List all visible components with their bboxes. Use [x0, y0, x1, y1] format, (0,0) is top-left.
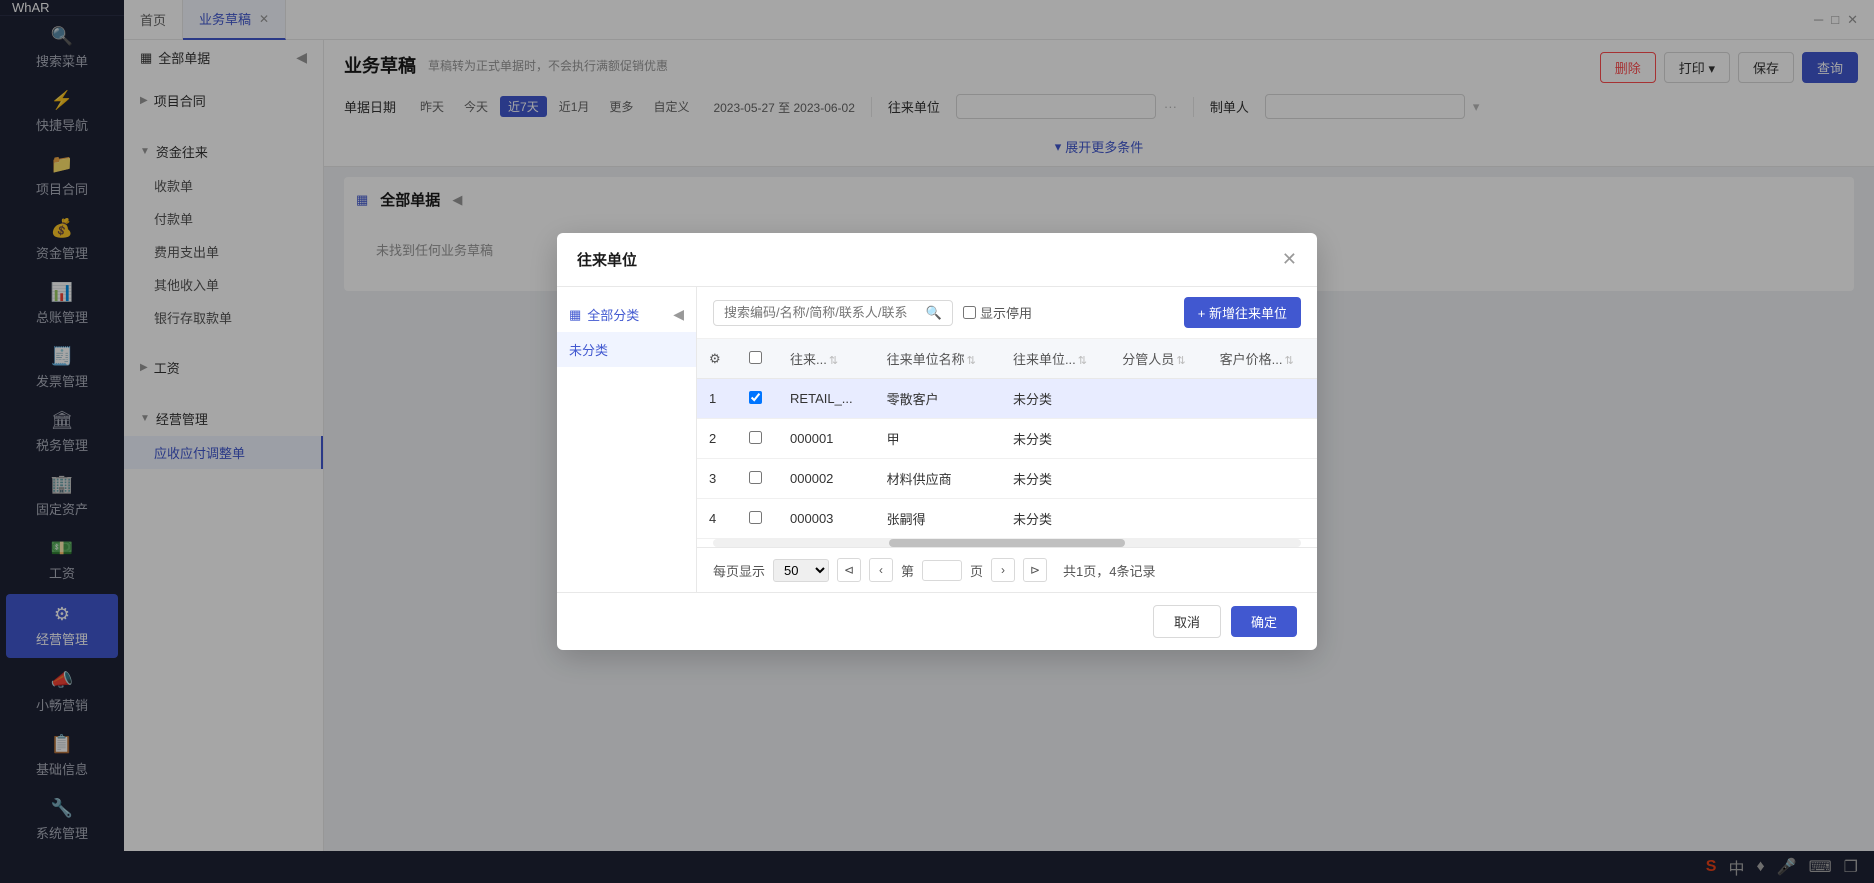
show-disabled-label: 显示停用 — [980, 303, 1032, 322]
show-disabled-checkbox[interactable] — [963, 306, 976, 319]
modal-footer: 取消 确定 — [557, 592, 1317, 650]
th-category: 往来单位...⇅ — [1001, 339, 1110, 379]
sort-icon-mgr: ⇅ — [1176, 355, 1185, 367]
modal-body: ▦ 全部分类 ◀ 未分类 🔍 显示停用 — [557, 287, 1317, 592]
td-checkbox — [737, 499, 778, 539]
modal-close-button[interactable]: ✕ — [1282, 249, 1297, 270]
confirm-button[interactable]: 确定 — [1231, 606, 1297, 637]
search-input[interactable] — [724, 305, 920, 320]
td-category: 未分类 — [1001, 459, 1110, 499]
overlay: 往来单位 ✕ ▦ 全部分类 ◀ 未分类 🔍 — [0, 0, 1874, 883]
show-disabled-checkbox-label[interactable]: 显示停用 — [963, 303, 1032, 322]
td-price — [1208, 419, 1317, 459]
td-checkbox — [737, 459, 778, 499]
td-name: 甲 — [875, 419, 1001, 459]
modal-pagination: 每页显示 50 100 ⊲ ‹ 第 1 页 › ⊳ 共1页，4条记录 — [697, 547, 1317, 592]
td-code: RETAIL_... — [778, 379, 875, 419]
td-category: 未分类 — [1001, 379, 1110, 419]
settings-icon[interactable]: ⚙ — [709, 351, 721, 366]
td-code: 000001 — [778, 419, 875, 459]
modal-toolbar: 🔍 显示停用 + 新增往来单位 — [697, 287, 1317, 339]
grid-icon-modal: ▦ — [569, 307, 581, 323]
th-name: 往来单位名称⇅ — [875, 339, 1001, 379]
modal-sidebar: ▦ 全部分类 ◀ 未分类 — [557, 287, 697, 592]
page-label-post: 页 — [970, 561, 983, 580]
th-checkbox — [737, 339, 778, 379]
td-num: 1 — [697, 379, 737, 419]
row-checkbox[interactable] — [749, 471, 762, 484]
unclassified-label: 未分类 — [569, 343, 608, 358]
total-label: 共1页，4条记录 — [1063, 561, 1155, 580]
page-next-btn[interactable]: › — [991, 558, 1015, 582]
table-row[interactable]: 2 000001 甲 未分类 — [697, 419, 1317, 459]
page-last-btn[interactable]: ⊳ — [1023, 558, 1047, 582]
search-icon: 🔍 — [926, 305, 942, 321]
sidebar-collapse-icon[interactable]: ◀ — [673, 306, 684, 323]
table-row[interactable]: 4 000003 张嗣得 未分类 — [697, 499, 1317, 539]
th-manager: 分管人员⇅ — [1110, 339, 1207, 379]
search-box: 🔍 — [713, 300, 953, 326]
all-category-label: 全部分类 — [587, 305, 639, 324]
partner-modal: 往来单位 ✕ ▦ 全部分类 ◀ 未分类 🔍 — [557, 233, 1317, 650]
table-row[interactable]: 3 000002 材料供应商 未分类 — [697, 459, 1317, 499]
td-manager — [1110, 499, 1207, 539]
cancel-button[interactable]: 取消 — [1153, 605, 1221, 638]
table-row[interactable]: 1 RETAIL_... 零散客户 未分类 — [697, 379, 1317, 419]
td-checkbox — [737, 419, 778, 459]
sort-icon-name: ⇅ — [967, 355, 976, 367]
row-checkbox[interactable] — [749, 391, 762, 404]
modal-table: ⚙ 往来...⇅ 往来单位名称⇅ 往来单位...⇅ 分管人员⇅ 客户价格...⇅ — [697, 339, 1317, 539]
sort-icon-cat: ⇅ — [1078, 355, 1087, 367]
td-manager — [1110, 419, 1207, 459]
select-all-checkbox[interactable] — [749, 351, 762, 364]
td-num: 4 — [697, 499, 737, 539]
td-checkbox — [737, 379, 778, 419]
td-category: 未分类 — [1001, 419, 1110, 459]
td-price — [1208, 459, 1317, 499]
page-prev-btn[interactable]: ‹ — [869, 558, 893, 582]
td-num: 2 — [697, 419, 737, 459]
td-name: 材料供应商 — [875, 459, 1001, 499]
td-manager — [1110, 379, 1207, 419]
td-manager — [1110, 459, 1207, 499]
modal-title: 往来单位 — [577, 249, 637, 270]
modal-content: 🔍 显示停用 + 新增往来单位 ⚙ — [697, 287, 1317, 592]
td-category: 未分类 — [1001, 499, 1110, 539]
per-page-label: 每页显示 — [713, 561, 765, 580]
td-code: 000002 — [778, 459, 875, 499]
h-scrollbar[interactable] — [713, 539, 1301, 547]
modal-sidebar-unclassified[interactable]: 未分类 — [557, 332, 696, 367]
table-header-row: ⚙ 往来...⇅ 往来单位名称⇅ 往来单位...⇅ 分管人员⇅ 客户价格...⇅ — [697, 339, 1317, 379]
th-code: 往来...⇅ — [778, 339, 875, 379]
partner-table: ⚙ 往来...⇅ 往来单位名称⇅ 往来单位...⇅ 分管人员⇅ 客户价格...⇅ — [697, 339, 1317, 539]
per-page-select[interactable]: 50 100 — [773, 559, 829, 582]
td-name: 张嗣得 — [875, 499, 1001, 539]
row-checkbox[interactable] — [749, 511, 762, 524]
add-partner-button[interactable]: + 新增往来单位 — [1184, 297, 1301, 328]
modal-all-category[interactable]: ▦ 全部分类 ◀ — [557, 297, 696, 332]
td-price — [1208, 379, 1317, 419]
page-number-input[interactable]: 1 — [922, 560, 962, 581]
sort-icon-code: ⇅ — [829, 355, 838, 367]
th-price: 客户价格...⇅ — [1208, 339, 1317, 379]
th-settings: ⚙ — [697, 339, 737, 379]
td-code: 000003 — [778, 499, 875, 539]
h-scrollbar-thumb — [889, 539, 1124, 547]
sort-icon-price: ⇅ — [1284, 355, 1293, 367]
page-label-pre: 第 — [901, 561, 914, 580]
td-num: 3 — [697, 459, 737, 499]
td-name: 零散客户 — [875, 379, 1001, 419]
row-checkbox[interactable] — [749, 431, 762, 444]
modal-header: 往来单位 ✕ — [557, 233, 1317, 287]
page-first-btn[interactable]: ⊲ — [837, 558, 861, 582]
td-price — [1208, 499, 1317, 539]
